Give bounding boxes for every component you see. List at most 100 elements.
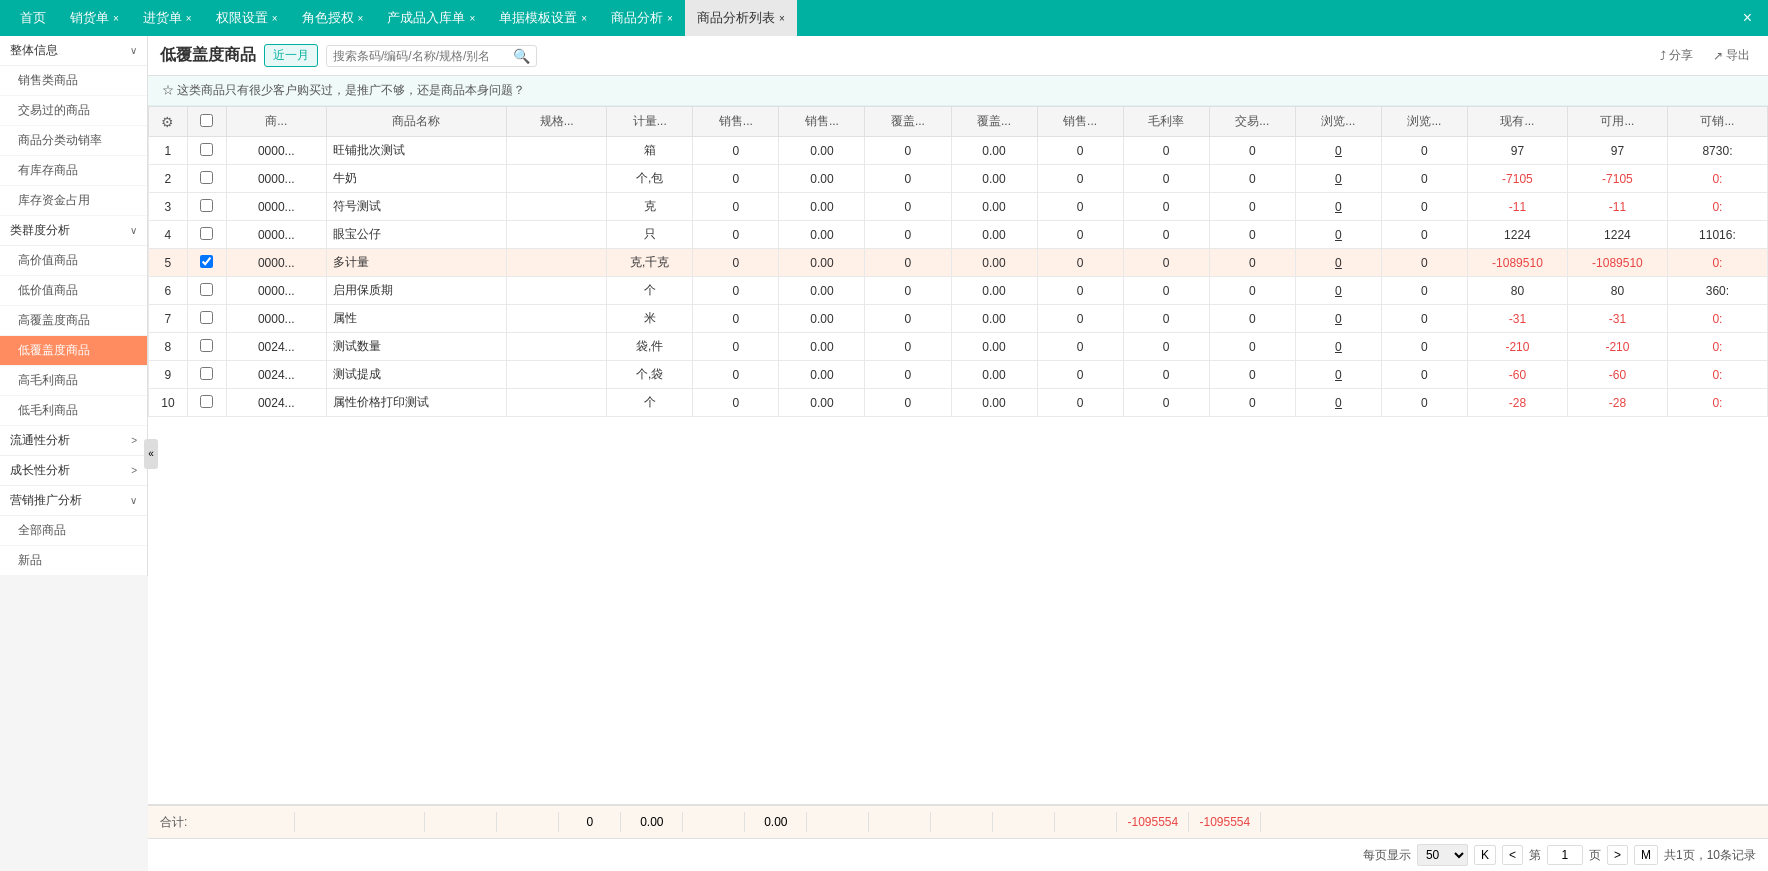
th-sales3[interactable]: 销售... [1037, 107, 1123, 137]
cell-browse1[interactable]: 0 [1295, 137, 1381, 165]
row-checkbox[interactable] [200, 367, 213, 380]
th-sales2[interactable]: 销售... [779, 107, 865, 137]
sidebar-collapse-button[interactable]: « [144, 439, 158, 469]
cell-checkbox[interactable] [187, 221, 226, 249]
th-trade[interactable]: 交易... [1209, 107, 1295, 137]
sidebar-item-sales-goods[interactable]: 销售类商品 [0, 66, 147, 96]
row-checkbox[interactable] [200, 227, 213, 240]
nav-goods-analysis-list-close[interactable]: × [779, 13, 785, 24]
cell-checkbox[interactable] [187, 249, 226, 277]
first-page-button[interactable]: K [1474, 845, 1496, 865]
sidebar-item-stocked-goods[interactable]: 有库存商品 [0, 156, 147, 186]
th-settings[interactable]: ⚙ [149, 107, 188, 137]
th-gross[interactable]: 毛利率 [1123, 107, 1209, 137]
th-current[interactable]: 现有... [1467, 107, 1567, 137]
cell-browse1[interactable]: 0 [1295, 333, 1381, 361]
sidebar-item-high-margin[interactable]: 高毛利商品 [0, 366, 147, 396]
sidebar-item-capital-occupy[interactable]: 库存资金占用 [0, 186, 147, 216]
th-cover1[interactable]: 覆盖... [865, 107, 951, 137]
row-checkbox[interactable] [200, 171, 213, 184]
nav-sales[interactable]: 销货单 × [58, 0, 131, 36]
th-browse2[interactable]: 浏览... [1381, 107, 1467, 137]
th-code[interactable]: 商... [226, 107, 326, 137]
sidebar-item-high-value[interactable]: 高价值商品 [0, 246, 147, 276]
nav-product-stock[interactable]: 产成品入库单 × [375, 0, 487, 36]
nav-permission-close[interactable]: × [272, 13, 278, 24]
sidebar-group-growth[interactable]: 成长性分析 > [0, 456, 147, 486]
sidebar-group-cluster[interactable]: 类群度分析 ∨ [0, 216, 147, 246]
cell-checkbox[interactable] [187, 305, 226, 333]
th-checkbox[interactable] [187, 107, 226, 137]
nav-purchase-close[interactable]: × [186, 13, 192, 24]
th-browse1[interactable]: 浏览... [1295, 107, 1381, 137]
sidebar-group-overall-label: 整体信息 [10, 42, 58, 59]
nav-template-close[interactable]: × [581, 13, 587, 24]
sidebar-item-new-goods[interactable]: 新品 [0, 546, 147, 576]
sidebar-item-category-rate[interactable]: 商品分类动销率 [0, 126, 147, 156]
sidebar-item-low-margin[interactable]: 低毛利商品 [0, 396, 147, 426]
sidebar-group-overall[interactable]: 整体信息 ∨ [0, 36, 147, 66]
cell-browse1[interactable]: 0 [1295, 305, 1381, 333]
nav-product-stock-close[interactable]: × [469, 13, 475, 24]
cell-checkbox[interactable] [187, 193, 226, 221]
row-checkbox[interactable] [200, 339, 213, 352]
sidebar-group-marketing[interactable]: 营销推广分析 ∨ [0, 486, 147, 516]
th-name[interactable]: 商品名称 [326, 107, 507, 137]
page-number-input[interactable] [1547, 845, 1583, 865]
close-all-button[interactable]: × [1735, 9, 1760, 27]
cell-checkbox[interactable] [187, 165, 226, 193]
th-available[interactable]: 可用... [1567, 107, 1667, 137]
last-page-button[interactable]: M [1634, 845, 1658, 865]
cell-browse1[interactable]: 0 [1295, 165, 1381, 193]
sidebar-group-circulation[interactable]: 流通性分析 > [0, 426, 147, 456]
cell-browse1[interactable]: 0 [1295, 361, 1381, 389]
cell-browse1[interactable]: 0 [1295, 221, 1381, 249]
row-checkbox[interactable] [200, 143, 213, 156]
th-spec[interactable]: 规格... [507, 107, 607, 137]
sidebar-item-high-coverage[interactable]: 高覆盖度商品 [0, 306, 147, 336]
search-input[interactable] [333, 49, 513, 63]
row-checkbox[interactable] [200, 283, 213, 296]
nav-role[interactable]: 角色授权 × [290, 0, 376, 36]
nav-goods-analysis-close[interactable]: × [667, 13, 673, 24]
nav-permission[interactable]: 权限设置 × [204, 0, 290, 36]
nav-template[interactable]: 单据模板设置 × [487, 0, 599, 36]
time-filter-button[interactable]: 近一月 [264, 44, 318, 67]
sidebar-item-low-value[interactable]: 低价值商品 [0, 276, 147, 306]
nav-goods-analysis[interactable]: 商品分析 × [599, 0, 685, 36]
row-checkbox[interactable] [200, 255, 213, 268]
cell-checkbox[interactable] [187, 361, 226, 389]
row-checkbox[interactable] [200, 311, 213, 324]
settings-icon[interactable]: ⚙ [161, 114, 174, 130]
nav-role-close[interactable]: × [358, 13, 364, 24]
cell-checkbox[interactable] [187, 277, 226, 305]
select-all-checkbox[interactable] [200, 114, 213, 127]
next-page-button[interactable]: > [1607, 845, 1628, 865]
row-checkbox[interactable] [200, 395, 213, 408]
cell-num: 10 [149, 389, 188, 417]
cell-browse1[interactable]: 0 [1295, 389, 1381, 417]
cell-browse1[interactable]: 0 [1295, 249, 1381, 277]
th-saleable[interactable]: 可销... [1667, 107, 1767, 137]
nav-home[interactable]: 首页 [8, 0, 58, 36]
nav-sales-close[interactable]: × [113, 13, 119, 24]
sidebar: 整体信息 ∨ 销售类商品 交易过的商品 商品分类动销率 有库存商品 库存资金占用… [0, 36, 148, 576]
cell-checkbox[interactable] [187, 389, 226, 417]
cell-browse1[interactable]: 0 [1295, 277, 1381, 305]
th-cover2[interactable]: 覆盖... [951, 107, 1037, 137]
cell-checkbox[interactable] [187, 333, 226, 361]
sidebar-item-traded-goods[interactable]: 交易过的商品 [0, 96, 147, 126]
th-sales1[interactable]: 销售... [693, 107, 779, 137]
th-unit[interactable]: 计量... [607, 107, 693, 137]
share-button[interactable]: ⤴ 分享 [1654, 45, 1699, 66]
cell-checkbox[interactable] [187, 137, 226, 165]
sidebar-item-all-goods[interactable]: 全部商品 [0, 516, 147, 546]
page-size-select[interactable]: 50 20 100 [1417, 844, 1468, 866]
prev-page-button[interactable]: < [1502, 845, 1523, 865]
export-button[interactable]: ↗ 导出 [1707, 45, 1756, 66]
sidebar-item-low-coverage[interactable]: 低覆盖度商品 [0, 336, 147, 366]
row-checkbox[interactable] [200, 199, 213, 212]
nav-purchase[interactable]: 进货单 × [131, 0, 204, 36]
nav-goods-analysis-list[interactable]: 商品分析列表 × [685, 0, 797, 36]
cell-browse1[interactable]: 0 [1295, 193, 1381, 221]
